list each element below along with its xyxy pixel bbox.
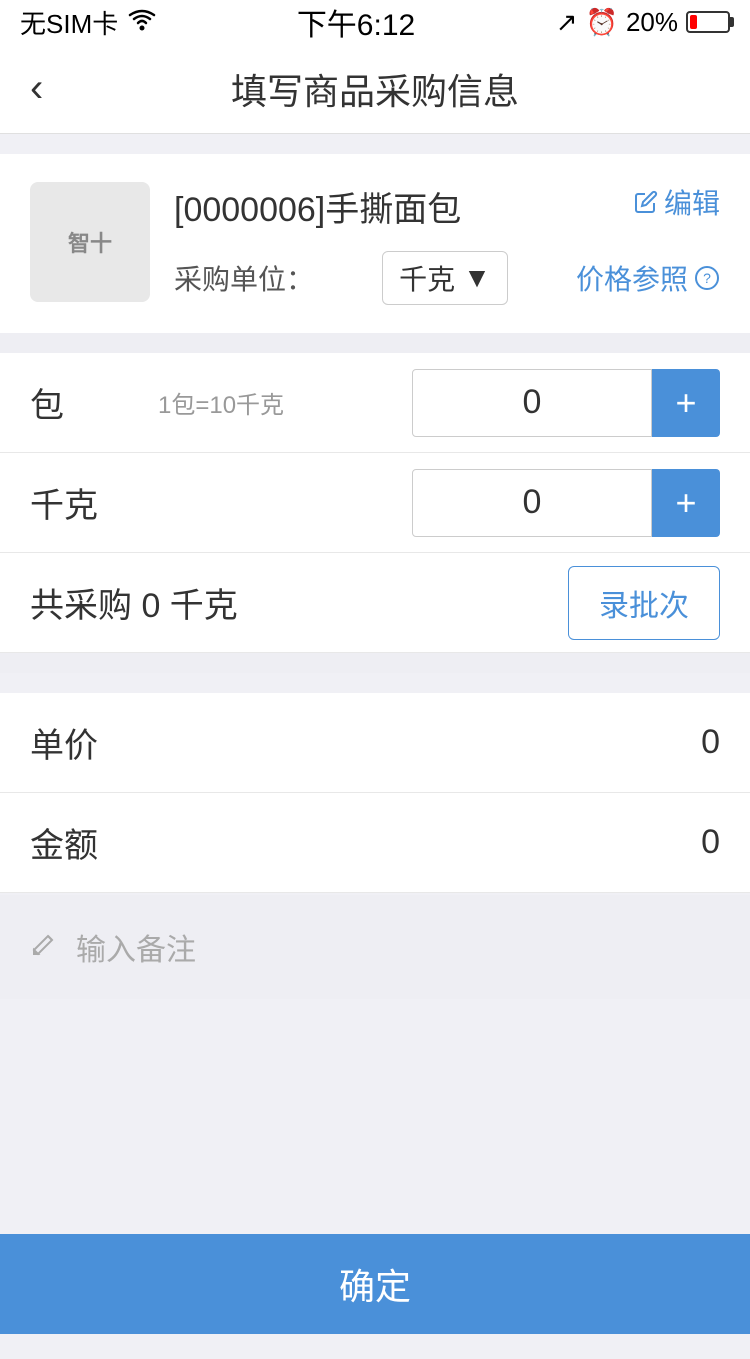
section-divider-2 bbox=[0, 653, 750, 673]
product-card: 智十 [0000006]手撕面包 编辑 采购单位： 千克 ▼ bbox=[0, 154, 750, 333]
status-bar: 无SIM卡 下午6:12 ↗ ⏰ 20% bbox=[0, 0, 750, 44]
location-icon: ↗ bbox=[556, 7, 578, 38]
input-section: 包 1包=10千克 + 千克 + bbox=[0, 353, 750, 553]
unit-price-row: 单价 0 bbox=[0, 693, 750, 793]
unit-dropdown-icon: ▼ bbox=[463, 262, 491, 294]
record-batch-button[interactable]: 录批次 bbox=[568, 566, 720, 640]
bag-plus-button[interactable]: + bbox=[652, 369, 720, 437]
status-bar-left: 无SIM卡 bbox=[20, 4, 156, 41]
section-divider bbox=[0, 333, 750, 353]
pencil-icon bbox=[30, 928, 60, 966]
kg-input-right: + bbox=[412, 469, 720, 537]
amount-row: 金额 0 bbox=[0, 793, 750, 893]
battery-percent: 20% bbox=[626, 7, 678, 38]
kg-quantity-input[interactable] bbox=[412, 469, 652, 537]
bag-quantity-input[interactable] bbox=[412, 369, 652, 437]
total-label: 共采购 0 千克 bbox=[30, 578, 238, 627]
edit-button[interactable]: 编辑 bbox=[634, 182, 720, 222]
product-logo: 智十 bbox=[68, 226, 112, 258]
note-input-placeholder: 输入备注 bbox=[76, 925, 196, 969]
page-title: 填写商品采购信息 bbox=[231, 63, 519, 115]
carrier-label: 无SIM卡 bbox=[20, 4, 118, 41]
product-name: [0000006]手撕面包 bbox=[174, 182, 461, 231]
product-image: 智十 bbox=[30, 182, 150, 302]
bag-input-right: + bbox=[412, 369, 720, 437]
unit-value: 千克 bbox=[399, 258, 455, 298]
bag-input-row: 包 1包=10千克 + bbox=[0, 353, 750, 453]
unit-select[interactable]: 千克 ▼ bbox=[382, 251, 508, 305]
kg-plus-button[interactable]: + bbox=[652, 469, 720, 537]
unit-price-label: 单价 bbox=[30, 718, 98, 767]
kg-input-row: 千克 + bbox=[0, 453, 750, 553]
alarm-icon: ⏰ bbox=[586, 7, 618, 38]
unit-label: 采购单位： bbox=[174, 258, 314, 298]
nav-bar: ‹ 填写商品采购信息 bbox=[0, 44, 750, 134]
total-row: 共采购 0 千克 录批次 bbox=[0, 553, 750, 653]
amount-label: 金额 bbox=[30, 818, 98, 867]
wifi-icon bbox=[128, 7, 156, 38]
amount-value: 0 bbox=[701, 823, 720, 862]
product-header: [0000006]手撕面包 编辑 bbox=[174, 182, 720, 231]
bag-sublabel: 1包=10千克 bbox=[158, 385, 284, 420]
battery-icon bbox=[686, 11, 730, 33]
confirm-button[interactable]: 确定 bbox=[0, 1234, 750, 1334]
status-bar-time: 下午6:12 bbox=[297, 0, 415, 44]
bag-label: 包 bbox=[30, 378, 150, 427]
unit-price-value: 0 bbox=[701, 723, 720, 762]
note-section[interactable]: 输入备注 bbox=[0, 895, 750, 999]
price-section: 单价 0 金额 0 bbox=[0, 693, 750, 893]
price-ref-button[interactable]: 价格参照 ? bbox=[576, 258, 720, 298]
blank-area bbox=[0, 999, 750, 1259]
product-info: [0000006]手撕面包 编辑 采购单位： 千克 ▼ 价格参照 bbox=[174, 182, 720, 305]
status-bar-right: ↗ ⏰ 20% bbox=[556, 7, 730, 38]
kg-label: 千克 bbox=[30, 478, 150, 527]
purchase-unit-row: 采购单位： 千克 ▼ 价格参照 ? bbox=[174, 251, 720, 305]
back-button[interactable]: ‹ bbox=[30, 66, 43, 111]
svg-text:?: ? bbox=[703, 270, 711, 286]
